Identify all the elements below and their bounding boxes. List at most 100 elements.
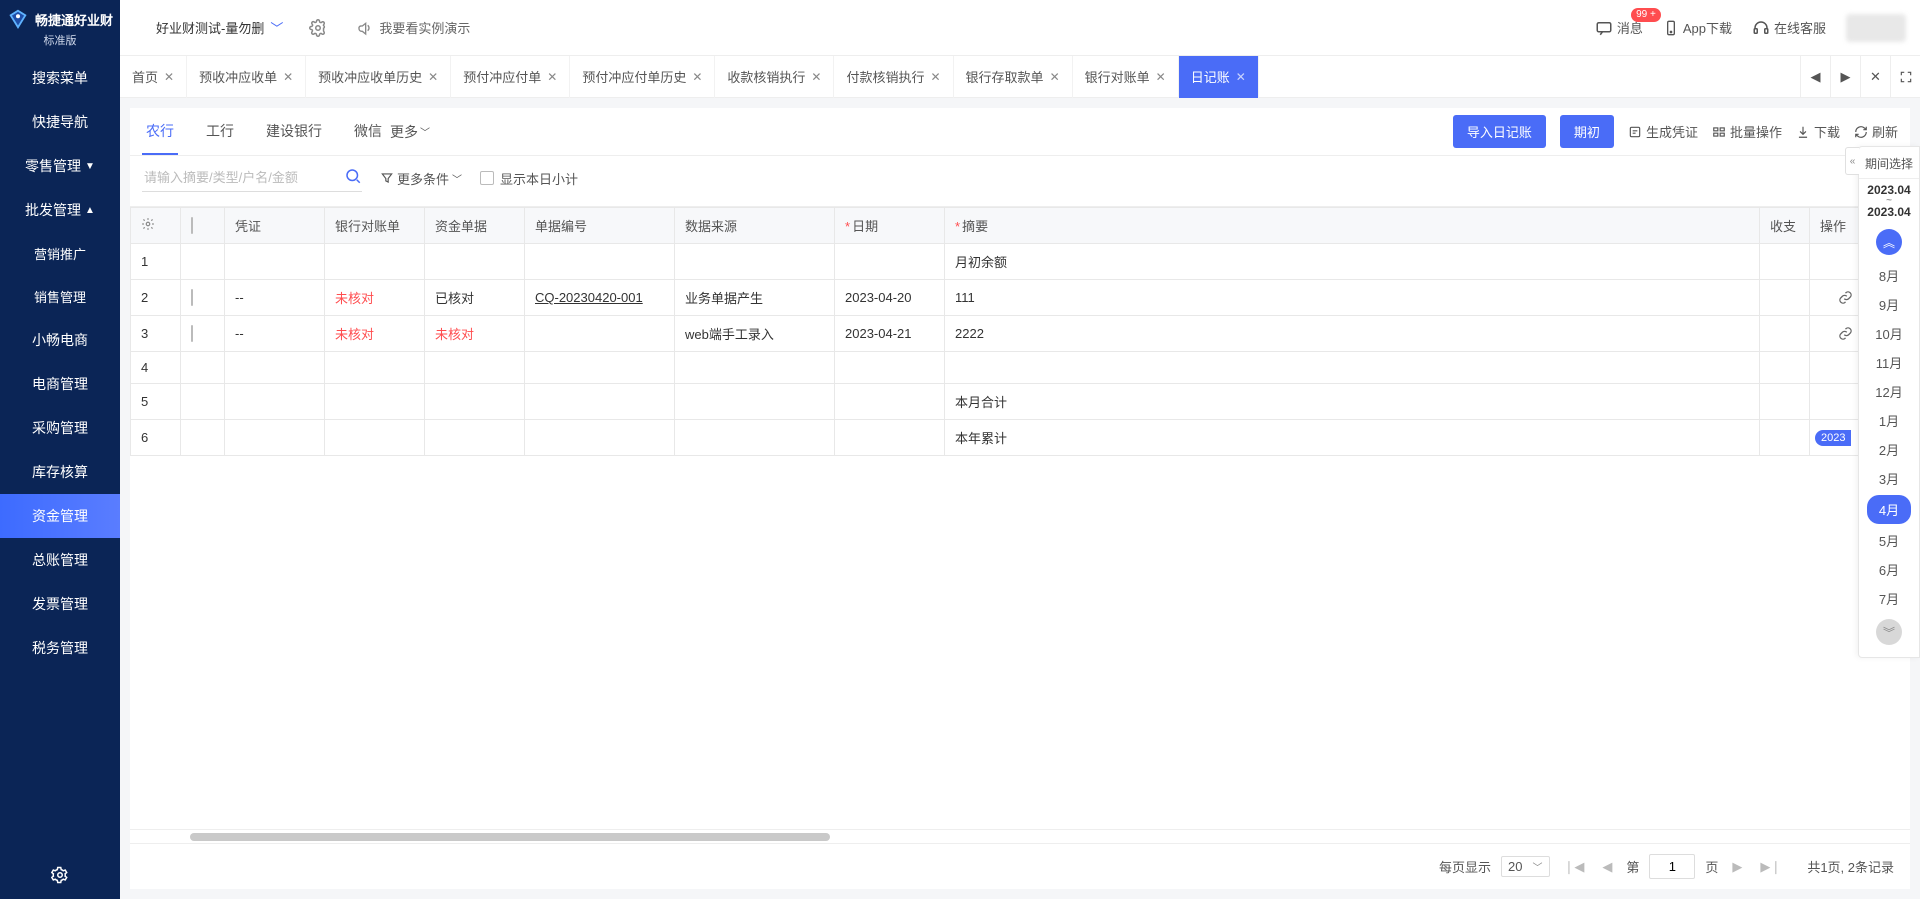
fullscreen-toggle[interactable] [1890, 56, 1920, 98]
generate-voucher-button[interactable]: 生成凭证 [1628, 122, 1698, 141]
rail-month[interactable]: 1月2023 [1859, 406, 1919, 435]
bank-stmt-cell[interactable]: 未核对 [325, 280, 425, 316]
sidebar-item[interactable]: 采购管理 [0, 406, 120, 450]
rail-month[interactable]: 4月 [1867, 495, 1911, 524]
pager-last[interactable]: ▶❘ [1756, 857, 1785, 877]
app-download-button[interactable]: App下载 [1663, 18, 1732, 37]
tab-close-icon[interactable]: ✕ [547, 70, 557, 84]
user-avatar[interactable] [1846, 14, 1906, 42]
sidebar-item[interactable]: 总账管理 [0, 538, 120, 582]
column-settings-button[interactable] [131, 208, 181, 244]
sidebar-item[interactable]: 销售管理 [0, 275, 120, 318]
sidebar-item[interactable]: 税务管理 [0, 626, 120, 670]
sidebar-item[interactable]: 发票管理 [0, 582, 120, 626]
rail-month[interactable]: 2月 [1859, 435, 1919, 464]
per-page-select[interactable]: 20 ﹀ [1501, 856, 1549, 877]
sidebar-item[interactable]: 营销推广 [0, 232, 120, 275]
tab-close-icon[interactable]: ✕ [1236, 70, 1246, 84]
rail-month[interactable]: 3月 [1859, 464, 1919, 493]
doc-no-cell[interactable]: CQ-20230420-001 [525, 280, 675, 316]
row-checkbox[interactable] [181, 384, 225, 420]
rail-month[interactable]: 6月 [1859, 555, 1919, 584]
tab[interactable]: 付款核销执行✕ [834, 56, 953, 98]
row-checkbox[interactable] [181, 420, 225, 456]
tab[interactable]: 日记账✕ [1179, 56, 1259, 98]
tab-close-all[interactable]: ✕ [1860, 56, 1890, 98]
rail-month[interactable]: 10月 [1859, 319, 1919, 348]
row-checkbox[interactable] [181, 352, 225, 384]
sidebar-item[interactable]: 批发管理▲ [0, 188, 120, 232]
rail-month[interactable]: 12月 [1859, 377, 1919, 406]
search-icon[interactable] [344, 167, 362, 188]
pager-first[interactable]: ❘◀ [1560, 857, 1589, 877]
tenant-selector[interactable]: 好业财测试-量勿删 ﹀ [148, 14, 291, 41]
bank-tabs-more[interactable]: 更多 ﹀ [386, 110, 434, 154]
select-all-checkbox[interactable] [181, 208, 225, 244]
tab[interactable]: 预付冲应付单历史✕ [570, 56, 715, 98]
download-button[interactable]: 下载 [1796, 122, 1840, 141]
tab-scroll-left[interactable]: ◀ [1800, 56, 1830, 98]
tab[interactable]: 预收冲应收单✕ [187, 56, 306, 98]
scrollbar-thumb[interactable] [190, 833, 830, 841]
bank-stmt-cell[interactable]: 未核对 [325, 316, 425, 352]
tab[interactable]: 首页✕ [120, 56, 187, 98]
date-rail-collapse[interactable]: « [1845, 147, 1859, 175]
tab-close-icon[interactable]: ✕ [428, 70, 438, 84]
pager-prev[interactable]: ◀ [1598, 857, 1616, 877]
tab-close-icon[interactable]: ✕ [930, 70, 940, 84]
bank-tab[interactable]: 农行 [142, 109, 178, 155]
demo-link[interactable]: 我要看实例演示 [357, 18, 470, 37]
row-checkbox[interactable] [181, 316, 225, 352]
tab[interactable]: 预付冲应付单✕ [451, 56, 570, 98]
search-input[interactable] [142, 164, 344, 191]
period-initial-button[interactable]: 期初 [1560, 115, 1614, 148]
rail-month[interactable]: 5月 [1859, 526, 1919, 555]
fund-doc-cell[interactable]: 未核对 [425, 316, 525, 352]
tab[interactable]: 收款核销执行✕ [715, 56, 834, 98]
tab[interactable]: 预收冲应收单历史✕ [306, 56, 451, 98]
tab-close-icon[interactable]: ✕ [1050, 70, 1060, 84]
tab-close-icon[interactable]: ✕ [1156, 70, 1166, 84]
online-service-button[interactable]: 在线客服 [1752, 18, 1826, 37]
bank-tab[interactable]: 微信 [350, 109, 386, 155]
rail-month[interactable]: 11月 [1859, 348, 1919, 377]
more-conditions-button[interactable]: 更多条件 ﹀ [380, 169, 462, 188]
tab-close-icon[interactable]: ✕ [811, 70, 821, 84]
sidebar-item[interactable]: 零售管理▼ [0, 144, 120, 188]
tab-scroll-right[interactable]: ▶ [1830, 56, 1860, 98]
show-daily-subtotal-checkbox[interactable]: 显示本日小计 [480, 169, 578, 188]
row-checkbox[interactable] [181, 280, 225, 316]
link-icon[interactable] [1838, 290, 1853, 305]
import-journal-button[interactable]: 导入日记账 [1453, 115, 1546, 148]
rail-scroll-down[interactable]: ︾ [1876, 619, 1902, 645]
sidebar-settings-icon[interactable] [0, 854, 120, 899]
sidebar-item[interactable]: 快捷导航 [0, 100, 120, 144]
settings-gear-icon[interactable] [309, 19, 327, 37]
date-rail-range[interactable]: 2023.04 ~ 2023.04 [1859, 179, 1919, 223]
tab-close-icon[interactable]: ✕ [283, 70, 293, 84]
sidebar-item[interactable]: 小畅电商 [0, 318, 120, 362]
sidebar-item[interactable]: 库存核算 [0, 450, 120, 494]
rail-month[interactable]: 8月 [1859, 261, 1919, 290]
page-input[interactable] [1649, 854, 1695, 879]
fund-doc-cell[interactable]: 已核对 [425, 280, 525, 316]
rail-month[interactable]: 7月 [1859, 584, 1919, 613]
messages-button[interactable]: 消息 99 + [1595, 18, 1643, 37]
rail-month[interactable]: 9月 [1859, 290, 1919, 319]
tab[interactable]: 银行存取款单✕ [954, 56, 1073, 98]
rail-scroll-up[interactable]: ︽ [1876, 229, 1902, 255]
tab-close-icon[interactable]: ✕ [692, 70, 702, 84]
bank-tab[interactable]: 工行 [202, 109, 238, 155]
row-checkbox[interactable] [181, 244, 225, 280]
refresh-button[interactable]: 刷新 [1854, 122, 1898, 141]
tab-close-icon[interactable]: ✕ [164, 70, 174, 84]
sidebar-item[interactable]: 资金管理 [0, 494, 120, 538]
batch-ops-button[interactable]: 批量操作 [1712, 122, 1782, 141]
horizontal-scrollbar[interactable] [130, 829, 1910, 843]
link-icon[interactable] [1838, 326, 1853, 341]
sidebar-item[interactable]: 电商管理 [0, 362, 120, 406]
pager-next[interactable]: ▶ [1728, 857, 1746, 877]
bank-tab[interactable]: 建设银行 [262, 109, 326, 155]
tab[interactable]: 银行对账单✕ [1073, 56, 1179, 98]
sidebar-item[interactable]: 搜索菜单 [0, 56, 120, 100]
